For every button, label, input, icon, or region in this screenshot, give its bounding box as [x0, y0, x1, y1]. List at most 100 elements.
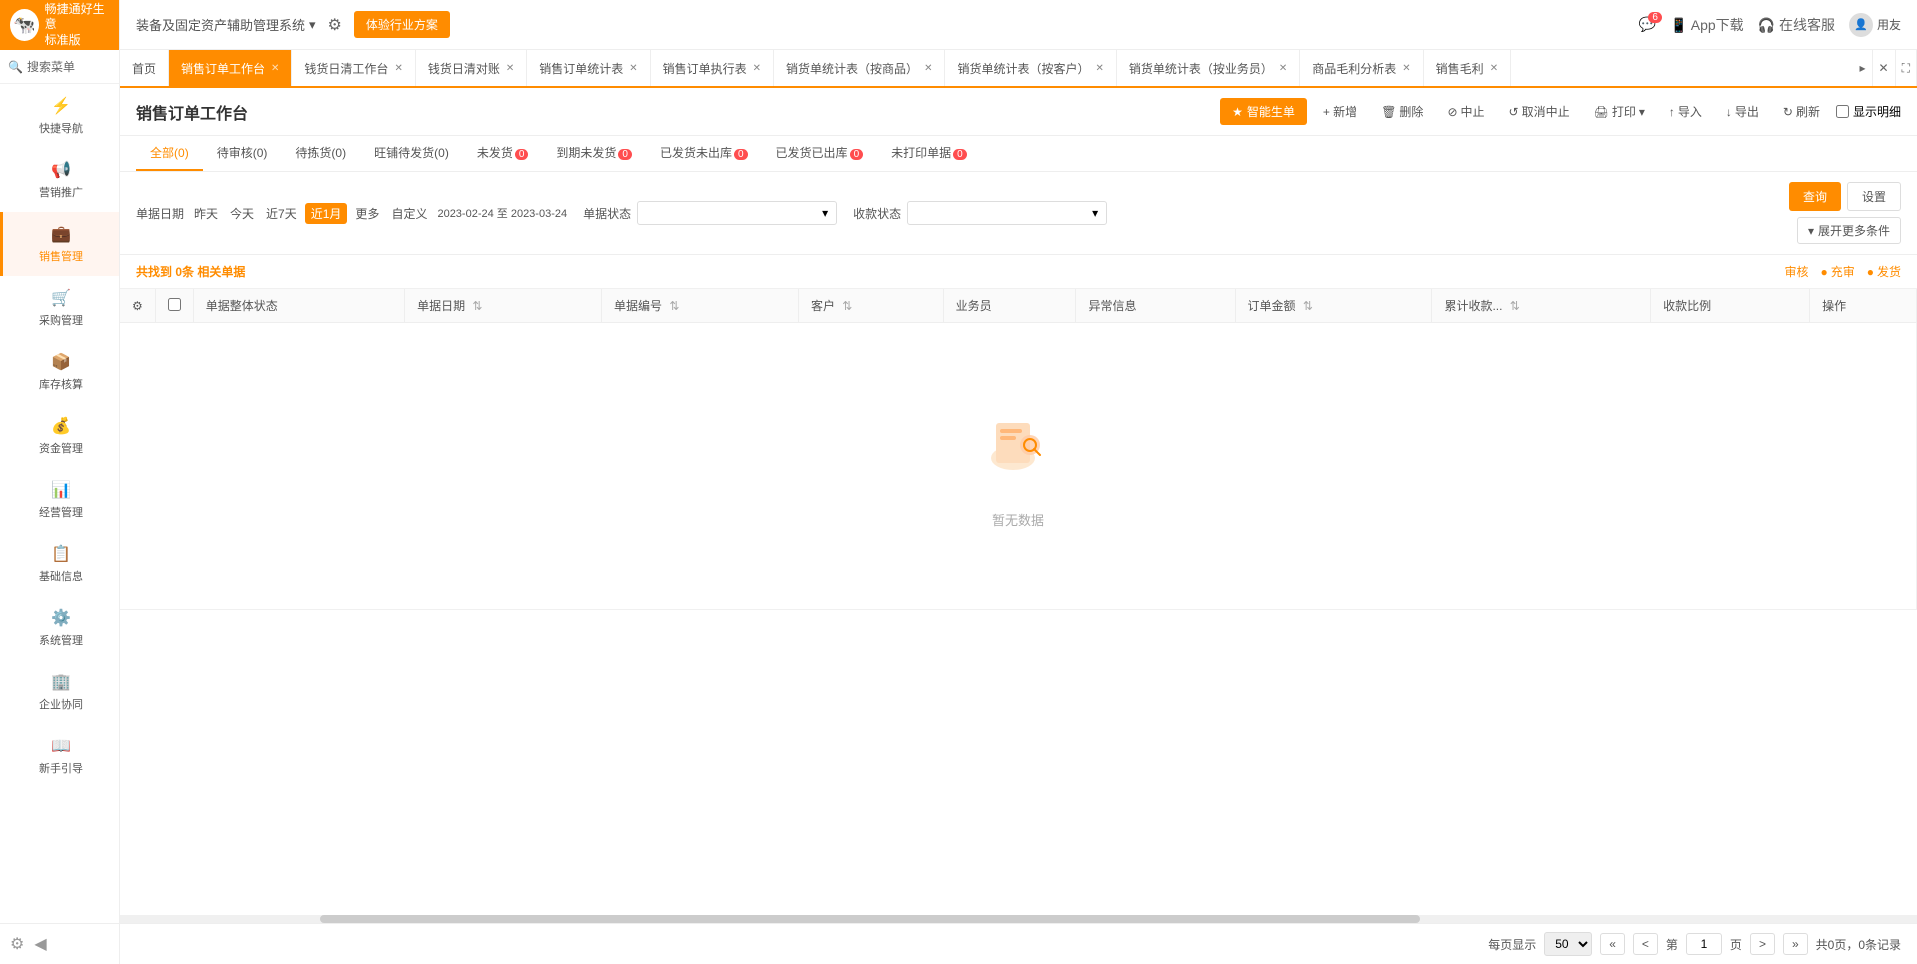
sub-tab-shipped-out[interactable]: 已发货已出库0 [762, 136, 878, 171]
smart-order-button[interactable]: ★ 智能生单 [1220, 98, 1307, 125]
sidebar-item-label: 基础信息 [39, 568, 83, 584]
system-selector[interactable]: 装备及固定资产辅助管理系统 ▾ [136, 15, 316, 34]
tab-close-icon[interactable]: ✕ [1402, 63, 1410, 74]
online-service-button[interactable]: 🎧 在线客服 [1758, 15, 1835, 35]
th-col-settings[interactable]: ⚙ [120, 289, 155, 323]
tab-close-icon[interactable]: ✕ [629, 63, 637, 74]
tab-cash-daily[interactable]: 钱货日清工作台 ✕ [292, 50, 415, 87]
sidebar-item-finance[interactable]: 💰 资金管理 [0, 404, 119, 468]
industry-solution-button[interactable]: 体验行业方案 [354, 11, 450, 38]
sidebar-item-inventory[interactable]: 📦 库存核算 [0, 340, 119, 404]
sidebar-item-operation[interactable]: 📊 经营管理 [0, 468, 119, 532]
tab-cash-reconcile[interactable]: 钱货日清对账 ✕ [416, 50, 527, 87]
th-received[interactable]: 累计收款... ⇅ [1432, 289, 1651, 323]
sub-tab-wangpu[interactable]: 旺铺待发货(0) [360, 136, 463, 171]
tab-close-icon[interactable]: ✕ [753, 63, 761, 74]
tab-sales-stats-customer[interactable]: 销货单统计表（按客户） ✕ [945, 50, 1116, 87]
date-btn-custom[interactable]: 自定义 [387, 203, 431, 224]
sub-tab-pending-pickup[interactable]: 待拣货(0) [281, 136, 360, 171]
sidebar-item-guide[interactable]: 📖 新手引导 [0, 724, 119, 788]
tab-sales-order-exec[interactable]: 销售订单执行表 ✕ [651, 50, 774, 87]
sub-tab-not-shipped[interactable]: 未发货0 [463, 136, 543, 171]
tab-sales-workbench[interactable]: 销售订单工作台 ✕ [169, 50, 292, 87]
page-number-input[interactable] [1686, 933, 1722, 955]
expand-filter-button[interactable]: ▾ 展开更多条件 [1797, 217, 1901, 244]
filter-settings-button[interactable]: 设置 [1847, 182, 1901, 211]
last-page-button[interactable]: » [1783, 933, 1808, 955]
th-customer[interactable]: 客户 ⇅ [798, 289, 943, 323]
date-btn-yesterday[interactable]: 昨天 [190, 203, 222, 224]
th-date[interactable]: 单据日期 ⇅ [405, 289, 602, 323]
sidebar-item-marketing[interactable]: 📢 营销推广 [0, 148, 119, 212]
status-select[interactable]: ▾ [637, 201, 837, 225]
message-button[interactable]: 💬 6 [1639, 16, 1656, 33]
sidebar-item-sales[interactable]: 💼 销售管理 [0, 212, 119, 276]
new-button[interactable]: + 新增 [1315, 99, 1365, 124]
app-download-button[interactable]: 📱 App下载 [1670, 15, 1743, 35]
next-page-button[interactable]: > [1750, 933, 1775, 955]
tab-sales-stats-table[interactable]: 销售订单统计表 ✕ [527, 50, 650, 87]
scrollbar-thumb[interactable] [320, 915, 1420, 923]
settings-icon[interactable]: ⚙ [328, 15, 342, 35]
export-button[interactable]: ↓ 导出 [1718, 99, 1767, 124]
tab-close-icon[interactable]: ✕ [506, 63, 514, 74]
date-btn-more[interactable]: 更多 [351, 203, 383, 224]
horizontal-scrollbar[interactable] [120, 915, 1917, 923]
tab-close-icon[interactable]: ✕ [1279, 63, 1287, 74]
footer-collapse-icon[interactable]: ◀ [34, 934, 46, 954]
select-all-checkbox[interactable] [168, 298, 181, 311]
footer-settings-icon[interactable]: ⚙ [10, 934, 24, 954]
user-menu[interactable]: 👤 用友 [1849, 13, 1901, 37]
tab-home[interactable]: 首页 [120, 50, 169, 87]
tab-close-icon[interactable]: ✕ [394, 63, 402, 74]
sidebar-item-purchase[interactable]: 🛒 采购管理 [0, 276, 119, 340]
tab-margin-analysis[interactable]: 商品毛利分析表 ✕ [1300, 50, 1423, 87]
review-btn[interactable]: 审核 [1784, 263, 1808, 280]
sub-tab-not-printed[interactable]: 未打印单据0 [877, 136, 981, 171]
ship-btn[interactable]: ● 发货 [1867, 263, 1901, 280]
first-page-button[interactable]: « [1600, 933, 1625, 955]
prev-page-button[interactable]: < [1633, 933, 1658, 955]
sub-tab-all[interactable]: 全部(0) [136, 136, 203, 171]
sidebar-item-basic[interactable]: 📋 基础信息 [0, 532, 119, 596]
sidebar-search[interactable]: 🔍 搜索菜单 [0, 50, 119, 84]
tabs-close-all-button[interactable]: ✕ [1873, 50, 1896, 87]
payment-select[interactable]: ▾ [907, 201, 1107, 225]
cancel-review-btn[interactable]: ● 充审 [1820, 263, 1854, 280]
delete-button[interactable]: 🗑 删除 [1373, 99, 1431, 124]
th-status: 单据整体状态 [193, 289, 404, 323]
sidebar-item-system[interactable]: ⚙️ 系统管理 [0, 596, 119, 660]
print-button[interactable]: 🖨 打印 ▾ [1586, 99, 1653, 124]
date-btn-7days[interactable]: 近7天 [262, 203, 301, 224]
stop-button[interactable]: ⊘ 中止 [1439, 99, 1492, 124]
detail-checkbox[interactable] [1836, 105, 1849, 118]
tab-close-icon[interactable]: ✕ [271, 63, 279, 74]
th-staff[interactable]: 业务员 [943, 289, 1076, 323]
tabs-more-button[interactable]: ▸ [1854, 50, 1873, 87]
th-select-all[interactable] [155, 289, 193, 323]
th-number[interactable]: 单据编号 ⇅ [602, 289, 799, 323]
date-btn-1month[interactable]: 近1月 [305, 203, 348, 224]
sub-tab-shipped-not-in[interactable]: 已发货未出库0 [646, 136, 762, 171]
per-page-select[interactable]: 50 [1544, 932, 1592, 956]
query-button[interactable]: 查询 [1789, 182, 1841, 211]
tab-close-icon[interactable]: ✕ [924, 63, 932, 74]
detail-toggle[interactable]: 显示明细 [1836, 103, 1901, 120]
sidebar: 🐄 畅捷通好生意 标准版 🔍 搜索菜单 ⚡ 快捷导航 📢 营销推广 💼 销售管理… [0, 0, 120, 964]
date-btn-today[interactable]: 今天 [226, 203, 258, 224]
sidebar-item-quick-nav[interactable]: ⚡ 快捷导航 [0, 84, 119, 148]
tabs-fullscreen-button[interactable]: ⛶ [1896, 50, 1917, 87]
tab-close-icon[interactable]: ✕ [1490, 63, 1498, 74]
cancel-stop-button[interactable]: ↺ 取消中止 [1501, 99, 1578, 124]
tab-close-icon[interactable]: ✕ [1095, 63, 1103, 74]
tab-sales-stats-product[interactable]: 销货单统计表（按商品） ✕ [774, 50, 945, 87]
sub-tab-expired-not-shipped[interactable]: 到期未发货0 [542, 136, 646, 171]
th-amount[interactable]: 订单金额 ⇅ [1235, 289, 1432, 323]
refresh-button[interactable]: ↻ 刷新 [1775, 99, 1828, 124]
tab-sales-profit[interactable]: 销售毛利 ✕ [1424, 50, 1511, 87]
sidebar-item-enterprise[interactable]: 🏢 企业协同 [0, 660, 119, 724]
sub-tab-pending-review[interactable]: 待审核(0) [203, 136, 282, 171]
import-button[interactable]: ↑ 导入 [1661, 99, 1710, 124]
tab-cash-reconcile-label: 钱货日清对账 [428, 60, 500, 77]
tab-sales-stats-staff[interactable]: 销货单统计表（按业务员） ✕ [1117, 50, 1300, 87]
